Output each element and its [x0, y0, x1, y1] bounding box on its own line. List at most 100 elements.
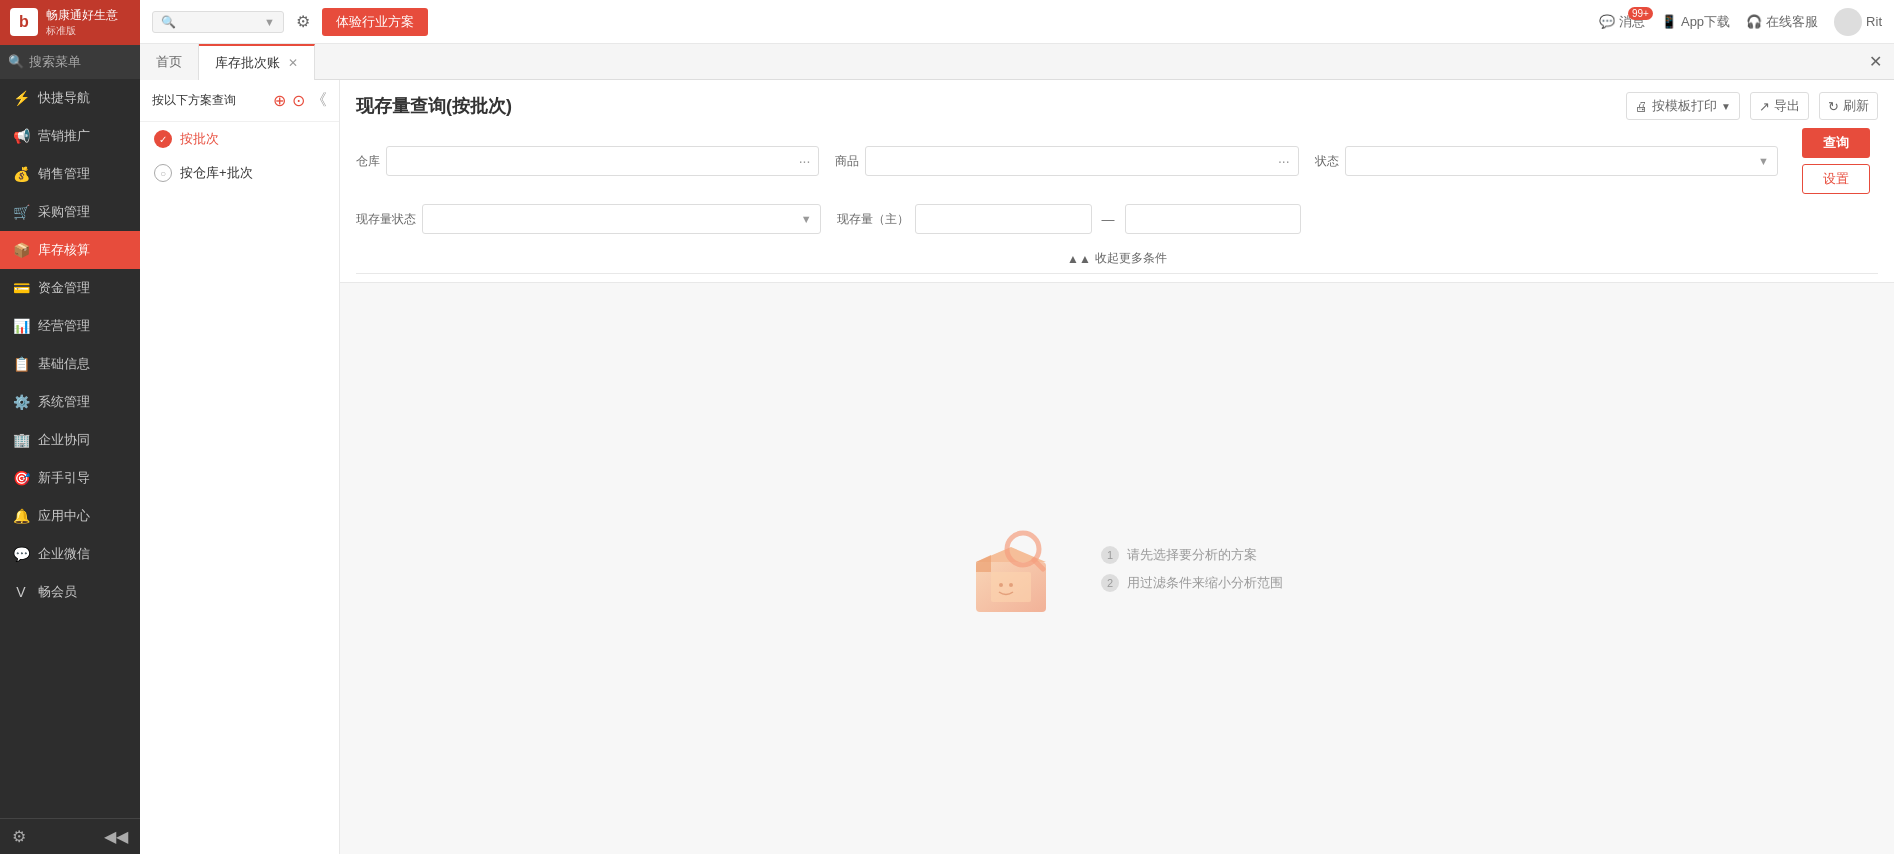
status-label: 状态 — [1315, 153, 1339, 170]
inventory-status-select[interactable]: ▼ — [422, 204, 821, 234]
product-input[interactable]: ··· — [865, 146, 1298, 176]
query-btn-area: 查询 设置 — [1794, 128, 1878, 194]
sidebar-item-finance[interactable]: 💳 资金管理 — [0, 269, 140, 307]
sidebar-item-basic[interactable]: 📋 基础信息 — [0, 345, 140, 383]
sidebar-item-apps[interactable]: 🔔 应用中心 — [0, 497, 140, 535]
status-select[interactable]: ▼ — [1345, 146, 1778, 176]
sidebar-search-label: 搜索菜单 — [29, 53, 81, 71]
sidebar-item-label: 基础信息 — [38, 355, 90, 373]
tab-home[interactable]: 首页 — [140, 44, 199, 80]
warehouse-filter: 仓库 ··· — [356, 146, 819, 176]
sidebar-item-purchase[interactable]: 🛒 采购管理 — [0, 193, 140, 231]
sidebar-header: b 畅康通好生意 标准版 — [0, 0, 140, 45]
enterprise-icon: 🏢 — [12, 431, 30, 449]
operation-icon: 📊 — [12, 317, 30, 335]
sidebar-item-label: 经营管理 — [38, 317, 90, 335]
plan-item-by-batch[interactable]: ✓ 按批次 — [140, 122, 339, 156]
plan-item-by-warehouse-batch[interactable]: ○ 按仓库+批次 — [140, 156, 339, 190]
empty-illustration — [951, 507, 1071, 630]
by-warehouse-batch-label: 按仓库+批次 — [180, 164, 253, 182]
guide-icon: 🎯 — [12, 469, 30, 487]
tabbar: 首页 库存批次账 ✕ ✕ — [140, 44, 1894, 80]
collapse-left-panel-icon[interactable]: 《 — [311, 90, 327, 111]
online-service-btn[interactable]: 🎧 在线客服 — [1746, 13, 1818, 31]
inventory-qty-to[interactable] — [1125, 204, 1302, 234]
filter-row-2: 现存量状态 ▼ 现存量（主） — — [356, 204, 1878, 234]
members-icon: V — [12, 583, 30, 601]
sidebar-search[interactable]: 🔍 搜索菜单 — [0, 45, 140, 79]
sidebar-item-wechat[interactable]: 💬 企业微信 — [0, 535, 140, 573]
settings-footer-icon[interactable]: ⚙ — [12, 827, 26, 846]
tab-inventory-batch-label: 库存批次账 — [215, 54, 280, 72]
by-batch-icon: ✓ — [154, 130, 172, 148]
product-dots-icon: ··· — [1278, 153, 1290, 169]
page-header-actions: 🖨 按模板打印 ▼ ↗ 导出 ↻ 刷新 — [1626, 92, 1878, 120]
sidebar-item-shortcuts[interactable]: ⚡ 快捷导航 — [0, 79, 140, 117]
warehouse-input[interactable]: ··· — [386, 146, 819, 176]
sidebar-item-guide[interactable]: 🎯 新手引导 — [0, 459, 140, 497]
sidebar-item-marketing[interactable]: 📢 营销推广 — [0, 117, 140, 155]
sidebar-item-operation[interactable]: 📊 经营管理 — [0, 307, 140, 345]
sidebar-item-label: 采购管理 — [38, 203, 90, 221]
sidebar-item-sales[interactable]: 💰 销售管理 — [0, 155, 140, 193]
refresh-btn[interactable]: ↻ 刷新 — [1819, 92, 1878, 120]
add-plan-icon[interactable]: ⊕ — [273, 91, 286, 110]
left-panel-header: 按以下方案查询 ⊕ ⊙ 《 — [140, 80, 339, 122]
right-panel: 现存量查询(按批次) 🖨 按模板打印 ▼ ↗ 导出 ↻ — [340, 80, 1894, 854]
finance-icon: 💳 — [12, 279, 30, 297]
sidebar-item-label: 库存核算 — [38, 241, 90, 259]
company-info: 畅康通好生意 标准版 — [46, 8, 118, 37]
product-label: 商品 — [835, 153, 859, 170]
tip-num-1: 1 — [1101, 546, 1119, 564]
topbar-search-box[interactable]: 🔍 ▼ — [152, 11, 284, 33]
sidebar-item-members[interactable]: V 畅会员 — [0, 573, 140, 611]
export-btn[interactable]: ↗ 导出 — [1750, 92, 1809, 120]
settings-btn[interactable]: 设置 — [1802, 164, 1870, 194]
sidebar-item-system[interactable]: ⚙️ 系统管理 — [0, 383, 140, 421]
sales-icon: 💰 — [12, 165, 30, 183]
empty-tip-2: 2 用过滤条件来缩小分析范围 — [1101, 574, 1283, 592]
search-icon: 🔍 — [8, 54, 24, 69]
collapse-filters-label: 收起更多条件 — [1095, 250, 1167, 267]
sidebar-item-inventory[interactable]: 📦 库存核算 — [0, 231, 140, 269]
svg-point-7 — [1009, 583, 1013, 587]
shortcuts-icon: ⚡ — [12, 89, 30, 107]
collapse-up-icon: ▲▲ — [1067, 252, 1091, 266]
topbar: 🔍 ▼ ⚙ 体验行业方案 💬 消息 99+ 📱 App下载 🎧 在线客服 R — [140, 0, 1894, 44]
inventory-qty-from[interactable] — [915, 204, 1092, 234]
by-batch-label: 按批次 — [180, 130, 219, 148]
phone-icon: 📱 — [1661, 14, 1677, 29]
inventory-status-label: 现存量状态 — [356, 211, 416, 228]
sidebar-item-label: 企业协同 — [38, 431, 90, 449]
collapse-sidebar-icon[interactable]: ◀◀ — [104, 827, 128, 846]
topbar-search-dropdown[interactable]: ▼ — [264, 16, 275, 28]
marketing-icon: 📢 — [12, 127, 30, 145]
avatar — [1834, 8, 1862, 36]
collapse-filters-btn[interactable]: ▲▲ 收起更多条件 — [356, 244, 1878, 273]
app-download-btn[interactable]: 📱 App下载 — [1661, 13, 1730, 31]
print-btn[interactable]: 🖨 按模板打印 ▼ — [1626, 92, 1740, 120]
topbar-search-input[interactable] — [180, 15, 260, 29]
tab-close-icon[interactable]: ✕ — [288, 56, 298, 70]
sidebar-item-label: 新手引导 — [38, 469, 90, 487]
settings-plan-icon[interactable]: ⊙ — [292, 91, 305, 110]
page-header-top: 现存量查询(按批次) 🖨 按模板打印 ▼ ↗ 导出 ↻ — [356, 92, 1878, 120]
tab-panel-close-icon[interactable]: ✕ — [1857, 52, 1894, 71]
left-panel: 按以下方案查询 ⊕ ⊙ 《 ✓ 按批次 ○ 按仓库+批次 — [140, 80, 340, 854]
trial-btn[interactable]: 体验行业方案 — [322, 8, 428, 36]
sidebar-item-label: 销售管理 — [38, 165, 90, 183]
apps-icon: 🔔 — [12, 507, 30, 525]
filter-area: 仓库 ··· 商品 ··· — [356, 128, 1878, 274]
query-btn[interactable]: 查询 — [1802, 128, 1870, 158]
company-name: 畅康通好生意 — [46, 8, 118, 24]
topbar-settings-icon[interactable]: ⚙ — [292, 8, 314, 35]
tab-inventory-batch[interactable]: 库存批次账 ✕ — [199, 44, 315, 80]
headset-icon: 🎧 — [1746, 14, 1762, 29]
messages-btn[interactable]: 💬 消息 99+ — [1599, 13, 1645, 31]
sidebar-item-enterprise[interactable]: 🏢 企业协同 — [0, 421, 140, 459]
inventory-icon: 📦 — [12, 241, 30, 259]
user-info[interactable]: Rit — [1834, 8, 1882, 36]
wechat-icon: 💬 — [12, 545, 30, 563]
page-header: 现存量查询(按批次) 🖨 按模板打印 ▼ ↗ 导出 ↻ — [340, 80, 1894, 283]
purchase-icon: 🛒 — [12, 203, 30, 221]
